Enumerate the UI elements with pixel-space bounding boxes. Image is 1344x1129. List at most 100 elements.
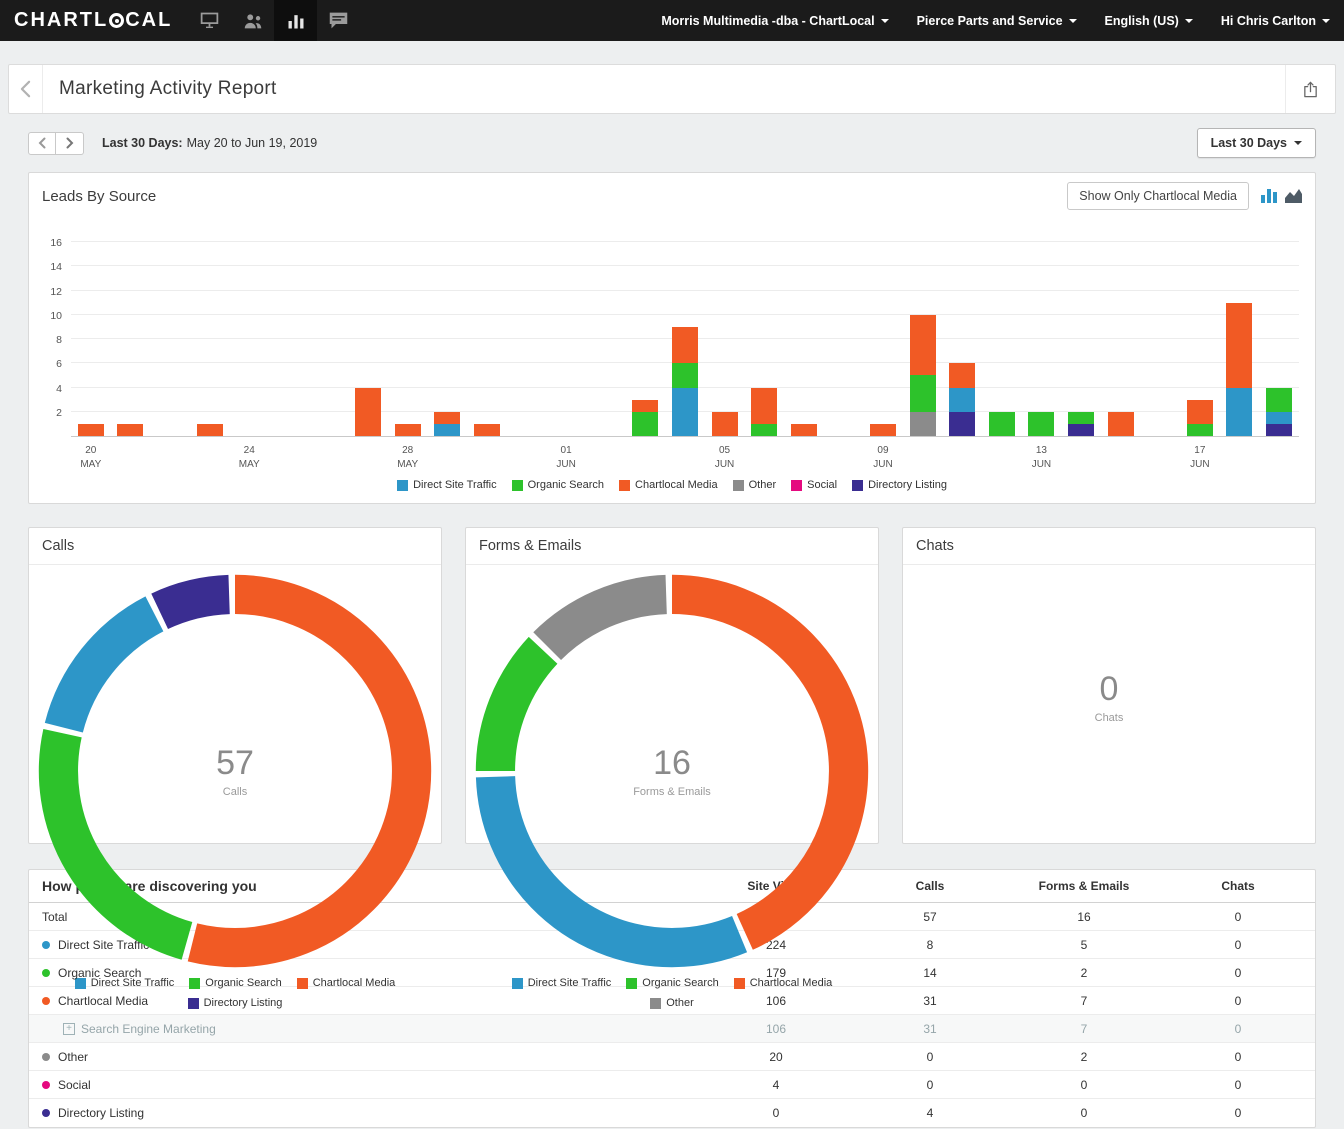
donut-segment <box>38 574 432 968</box>
x-axis-label <box>190 444 230 477</box>
x-axis-label: 05 JUN <box>714 445 735 470</box>
x-axis-label: 01 JUN <box>556 445 576 470</box>
stacked-bar <box>473 423 500 436</box>
stacked-bar <box>790 423 817 436</box>
x-axis-label <box>111 444 151 477</box>
user-dropdown[interactable]: Hi Chris Carlton <box>1207 0 1344 41</box>
row-label: Directory Listing <box>58 1106 145 1120</box>
bar-chart-view-icon[interactable] <box>1261 189 1277 203</box>
show-only-chartlocal-button[interactable]: Show Only Chartlocal Media <box>1067 182 1249 210</box>
row-value: 0 <box>1234 965 1242 980</box>
stacked-bar <box>869 423 896 436</box>
legend-item: Directory Listing <box>852 479 947 491</box>
legend-label: Chartlocal Media <box>635 479 718 491</box>
bar-slot <box>546 243 586 436</box>
chats-zone: 0 Chats <box>903 565 1315 829</box>
bar-segment <box>909 411 936 436</box>
source-color-dot <box>42 1080 50 1089</box>
nav-reports-icon[interactable] <box>274 0 318 41</box>
bar-slot <box>982 243 1022 436</box>
bar-segment <box>117 423 144 436</box>
x-axis-label <box>150 444 190 477</box>
bar-slot <box>229 243 269 436</box>
nav-monitor-icon[interactable] <box>188 0 231 41</box>
bar-slot <box>1101 243 1141 436</box>
bar-segment <box>1226 302 1253 388</box>
leads-legend: Direct Site Traffic Organic Search Chartlo… <box>29 477 1315 503</box>
row-label-cell: Other <box>29 1050 699 1064</box>
export-button[interactable] <box>1285 65 1335 113</box>
bar-slot <box>427 243 467 436</box>
row-value: 2 <box>1080 1049 1088 1064</box>
row-value: 0 <box>926 1049 934 1064</box>
stacked-bar <box>711 411 738 436</box>
table-row: Other 20 0 2 0 <box>29 1043 1315 1071</box>
area-chart-view-icon[interactable] <box>1285 189 1302 203</box>
chartlocal-logo[interactable]: CHARTL CAL <box>14 9 172 32</box>
leads-plot-column: 20 MAY 24 MAY 28 MAY 01 JUN 05 JUN 09 JUN 13 JUN 17 JUN <box>71 241 1299 477</box>
bar-slot <box>784 243 824 436</box>
y-axis-tick: 6 <box>56 358 62 371</box>
row-label: Social <box>58 1077 91 1092</box>
chats-card-title: Chats <box>903 528 1315 565</box>
chevron-right-icon <box>66 137 73 149</box>
logo-target-icon <box>109 13 125 28</box>
previous-period-button[interactable] <box>28 131 56 155</box>
leads-card-title: Leads By Source <box>42 187 157 205</box>
expand-icon[interactable]: + <box>63 1022 75 1035</box>
chats-total: 0 <box>1099 670 1119 708</box>
language-dropdown[interactable]: English (US) <box>1091 0 1207 41</box>
stacked-bar <box>1186 399 1213 436</box>
next-period-button[interactable] <box>56 131 84 155</box>
leads-xaxis: 20 MAY 24 MAY 28 MAY 01 JUN 05 JUN 09 JUN 13 JUN 17 JUN <box>71 437 1299 477</box>
x-axis-label <box>665 444 705 477</box>
business-dropdown[interactable]: Pierce Parts and Service <box>903 0 1091 41</box>
row-value: 4 <box>926 1106 934 1120</box>
legend-label: Direct Site Traffic <box>413 479 497 491</box>
legend-swatch <box>397 479 409 491</box>
row-label: Other <box>58 1049 89 1064</box>
stacked-bar <box>671 326 698 436</box>
legend-swatch <box>619 479 631 491</box>
row-label-cell: Chartlocal Media <box>29 994 699 1008</box>
stats-cards-row: Calls 57 Calls Direct Site Traffic Organi… <box>28 527 1316 1009</box>
bar-slot <box>1259 243 1299 436</box>
y-axis-tick: 16 <box>50 237 62 249</box>
column-header-chats: Chats <box>1221 879 1255 893</box>
account-dropdown[interactable]: Morris Multimedia -dba - ChartLocal <box>647 0 902 41</box>
bar-segment <box>1266 387 1293 412</box>
bar-slot <box>388 243 428 436</box>
chevron-down-icon <box>1294 141 1302 145</box>
bar-segment <box>671 326 698 364</box>
bar-segment <box>1068 411 1095 424</box>
chevron-down-icon <box>1322 18 1330 23</box>
chart-type-toggle <box>1261 189 1302 203</box>
bar-segment <box>949 387 976 412</box>
bar-slot <box>665 243 705 436</box>
chevron-down-icon <box>1068 18 1077 23</box>
bar-segment <box>1226 387 1253 436</box>
bar-slot <box>1061 243 1101 436</box>
bar-slot <box>348 243 388 436</box>
business-name: Pierce Parts and Service <box>916 13 1063 28</box>
x-axis-label: 17 JUN <box>1190 445 1210 470</box>
logo-text-left: CHARTL <box>14 9 109 31</box>
date-range-text: Last 30 Days: May 20 to Jun 19, 2019 <box>102 136 317 150</box>
date-range-selector[interactable]: Last 30 Days <box>1196 128 1316 158</box>
back-button[interactable] <box>9 65 43 113</box>
share-icon <box>1304 81 1317 97</box>
bar-slot <box>111 243 151 436</box>
leads-chart: 2 4 6 8 10 12 14 16 20 MAY 24 MAY 28 MAY 01 JUN 05 JUN 09… <box>29 219 1315 477</box>
stacked-bar <box>751 387 778 436</box>
nav-chat-icon[interactable] <box>317 0 360 41</box>
x-axis-label <box>507 444 547 477</box>
nav-users-icon[interactable] <box>231 0 274 41</box>
bar-slot <box>269 243 309 436</box>
bar-segment <box>988 411 1015 436</box>
donut-segment <box>38 574 432 968</box>
chevron-down-icon <box>880 18 889 23</box>
row-value: 0 <box>1234 909 1242 924</box>
stacked-bar <box>988 411 1015 436</box>
stacked-bar <box>1107 411 1134 436</box>
bar-segment <box>473 423 500 436</box>
